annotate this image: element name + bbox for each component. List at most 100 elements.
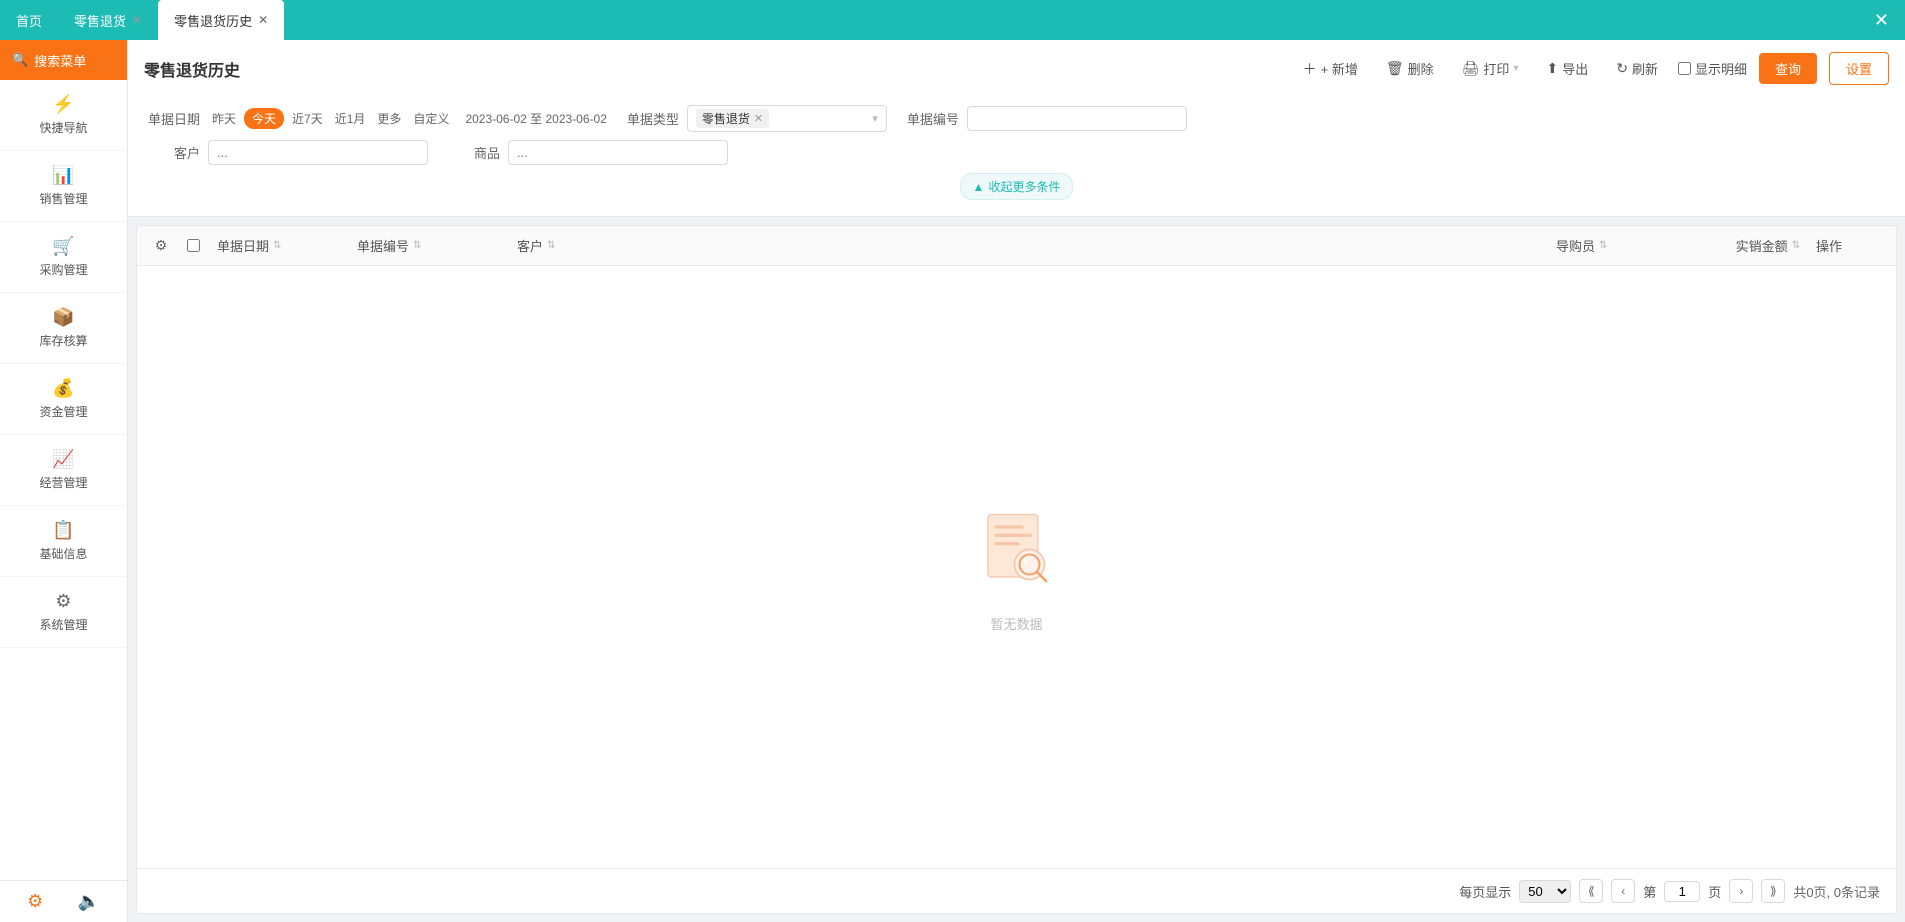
filter-area: 单据日期 昨天 今天 近7天 近1月 更多 自定义 2023-06-02 至 2… — [144, 97, 1889, 216]
customer-label: 客户 — [144, 143, 200, 162]
tab-retail-return-close[interactable]: ✕ — [132, 13, 142, 27]
sort-guide-icon: ⇅ — [1599, 240, 1607, 251]
sidebar-item-finance[interactable]: 💰 资金管理 — [0, 364, 127, 435]
tab-retail-return-history[interactable]: 零售退货历史 ✕ — [158, 0, 284, 40]
doc-number-label: 单据编号 — [903, 109, 959, 128]
sidebar-item-quick-nav[interactable]: ⚡ 快捷导航 — [0, 80, 127, 151]
sidebar-item-sales[interactable]: 📊 销售管理 — [0, 151, 127, 222]
table-container: ⚙ 单据日期 ⇅ 单据编号 ⇅ 客户 ⇅ 导购员 ⇅ — [136, 225, 1897, 914]
table-body-empty: 暂无数据 — [137, 266, 1896, 868]
last-page-button[interactable]: ⟫ — [1761, 879, 1785, 903]
per-page-select[interactable]: 50 20 100 — [1519, 880, 1571, 903]
page-number-input[interactable] — [1664, 881, 1700, 902]
filter-row-1: 单据日期 昨天 今天 近7天 近1月 更多 自定义 2023-06-02 至 2… — [144, 105, 1889, 132]
select-all-checkbox[interactable] — [187, 239, 200, 252]
sidebar-item-operations[interactable]: 📈 经营管理 — [0, 435, 127, 506]
date-1month[interactable]: 近1月 — [331, 108, 370, 129]
doc-type-filter: 单据类型 零售退货 ✕ ▾ — [623, 105, 887, 132]
query-button[interactable]: 查询 — [1759, 53, 1817, 84]
basic-info-icon: 📋 — [52, 520, 74, 541]
col-number[interactable]: 单据编号 ⇅ — [349, 236, 509, 255]
tab-retail-return[interactable]: 零售退货 ✕ — [58, 0, 158, 40]
show-detail-wrapper: 显示明细 — [1678, 59, 1747, 78]
main-layout: 🔍 搜索菜单 ⚡ 快捷导航 📊 销售管理 🛒 采购管理 📦 库存核算 💰 — [0, 40, 1905, 922]
search-icon: 🔍 — [12, 52, 28, 68]
sidebar-bottom: ⚙ 🔈 — [0, 880, 127, 922]
pagination: 每页显示 50 20 100 ⟪ ‹ 第 页 › ⟫ 共0页, 0条记录 — [137, 868, 1896, 913]
refresh-button[interactable]: ↻ 刷新 — [1608, 55, 1666, 82]
sort-amount-icon: ⇅ — [1792, 240, 1800, 251]
col-date[interactable]: 单据日期 ⇅ — [209, 236, 349, 255]
sort-number-icon: ⇅ — [413, 240, 421, 251]
sidebar-item-purchase[interactable]: 🛒 采购管理 — [0, 222, 127, 293]
doc-type-label: 单据类型 — [623, 109, 679, 128]
toolbar: ＋ + 新增 🗑 删除 🖨 打印 ▾ ⬆ 导出 — [1295, 52, 1889, 85]
purchase-icon: 🛒 — [52, 236, 74, 257]
settings-bottom-icon[interactable]: ⚙ — [27, 891, 43, 912]
sidebar-item-system[interactable]: ⚙ 系统管理 — [0, 577, 127, 648]
collapse-icon: ▲ — [973, 180, 985, 194]
export-button[interactable]: ⬆ 导出 — [1538, 55, 1596, 82]
table-settings-icon[interactable]: ⚙ — [145, 237, 177, 254]
doc-type-tag: 零售退货 ✕ — [696, 109, 769, 128]
date-shortcuts: 昨天 今天 近7天 近1月 更多 自定义 — [208, 108, 453, 129]
filter-row-2: 客户 商品 — [144, 140, 1889, 165]
add-icon: ＋ — [1303, 59, 1317, 79]
add-button[interactable]: ＋ + 新增 — [1295, 55, 1366, 83]
export-icon: ⬆ — [1546, 60, 1558, 77]
table-header: ⚙ 单据日期 ⇅ 单据编号 ⇅ 客户 ⇅ 导购员 ⇅ — [137, 226, 1896, 266]
doc-number-input[interactable] — [967, 106, 1187, 131]
tab-bar: 首页 零售退货 ✕ 零售退货历史 ✕ — [0, 0, 1858, 40]
show-detail-checkbox[interactable] — [1678, 62, 1691, 75]
doc-type-dropdown-arrow: ▾ — [872, 112, 878, 125]
sidebar-item-inventory[interactable]: 📦 库存核算 — [0, 293, 127, 364]
print-button[interactable]: 🖨 打印 ▾ — [1454, 55, 1527, 82]
date-yesterday[interactable]: 昨天 — [208, 108, 240, 129]
page-header: 零售退货历史 ＋ + 新增 🗑 删除 🖨 打印 ▾ — [128, 40, 1905, 217]
prev-page-button[interactable]: ‹ — [1611, 879, 1635, 903]
first-page-button[interactable]: ⟪ — [1579, 879, 1603, 903]
col-action: 操作 — [1808, 236, 1888, 255]
doc-number-filter: 单据编号 — [903, 106, 1187, 131]
refresh-icon: ↻ — [1616, 60, 1628, 77]
sidebar-item-basic-info[interactable]: 📋 基础信息 — [0, 506, 127, 577]
date-custom[interactable]: 自定义 — [409, 108, 453, 129]
doc-type-select[interactable]: 零售退货 ✕ ▾ — [687, 105, 887, 132]
col-guide[interactable]: 导购员 ⇅ — [1548, 236, 1688, 255]
finance-icon: 💰 — [52, 378, 74, 399]
page-title: 零售退货历史 — [144, 57, 240, 81]
tab-home[interactable]: 首页 — [0, 0, 58, 40]
sort-date-icon: ⇅ — [273, 240, 281, 251]
date-7days[interactable]: 近7天 — [288, 108, 327, 129]
next-page-button[interactable]: › — [1729, 879, 1753, 903]
sidebar: 🔍 搜索菜单 ⚡ 快捷导航 📊 销售管理 🛒 采购管理 📦 库存核算 💰 — [0, 40, 128, 922]
customer-input[interactable] — [208, 140, 428, 165]
total-info: 共0页, 0条记录 — [1793, 882, 1880, 901]
quick-nav-icon: ⚡ — [52, 94, 74, 115]
print-icon: 🖨 — [1462, 60, 1480, 77]
date-more[interactable]: 更多 — [373, 108, 405, 129]
goods-input[interactable] — [508, 140, 728, 165]
print-dropdown-icon: ▾ — [1513, 63, 1518, 74]
goods-filter: 商品 — [444, 140, 728, 165]
customer-filter: 客户 — [144, 140, 428, 165]
table-select-all[interactable] — [177, 239, 209, 252]
window-close-button[interactable]: ✕ — [1858, 10, 1905, 31]
date-today[interactable]: 今天 — [244, 108, 284, 129]
date-filter-label: 单据日期 — [144, 109, 200, 128]
goods-label: 商品 — [444, 143, 500, 162]
tab-retail-return-history-close[interactable]: ✕ — [258, 13, 268, 27]
sidebar-search[interactable]: 🔍 搜索菜单 — [0, 40, 127, 80]
col-customer[interactable]: 客户 ⇅ — [509, 236, 1548, 255]
settings-button[interactable]: 设置 — [1829, 52, 1889, 85]
system-icon: ⚙ — [55, 591, 71, 612]
doc-type-tag-close[interactable]: ✕ — [754, 112, 763, 125]
audio-bottom-icon[interactable]: 🔈 — [77, 891, 99, 912]
empty-text: 暂无数据 — [990, 614, 1042, 633]
sort-customer-icon: ⇅ — [547, 240, 555, 251]
top-bar: 首页 零售退货 ✕ 零售退货历史 ✕ ✕ — [0, 0, 1905, 40]
collapse-button[interactable]: ▲ 收起更多条件 — [960, 173, 1074, 200]
delete-button[interactable]: 🗑 删除 — [1378, 55, 1442, 82]
operations-icon: 📈 — [52, 449, 74, 470]
col-amount[interactable]: 实销金额 ⇅ — [1688, 236, 1808, 255]
